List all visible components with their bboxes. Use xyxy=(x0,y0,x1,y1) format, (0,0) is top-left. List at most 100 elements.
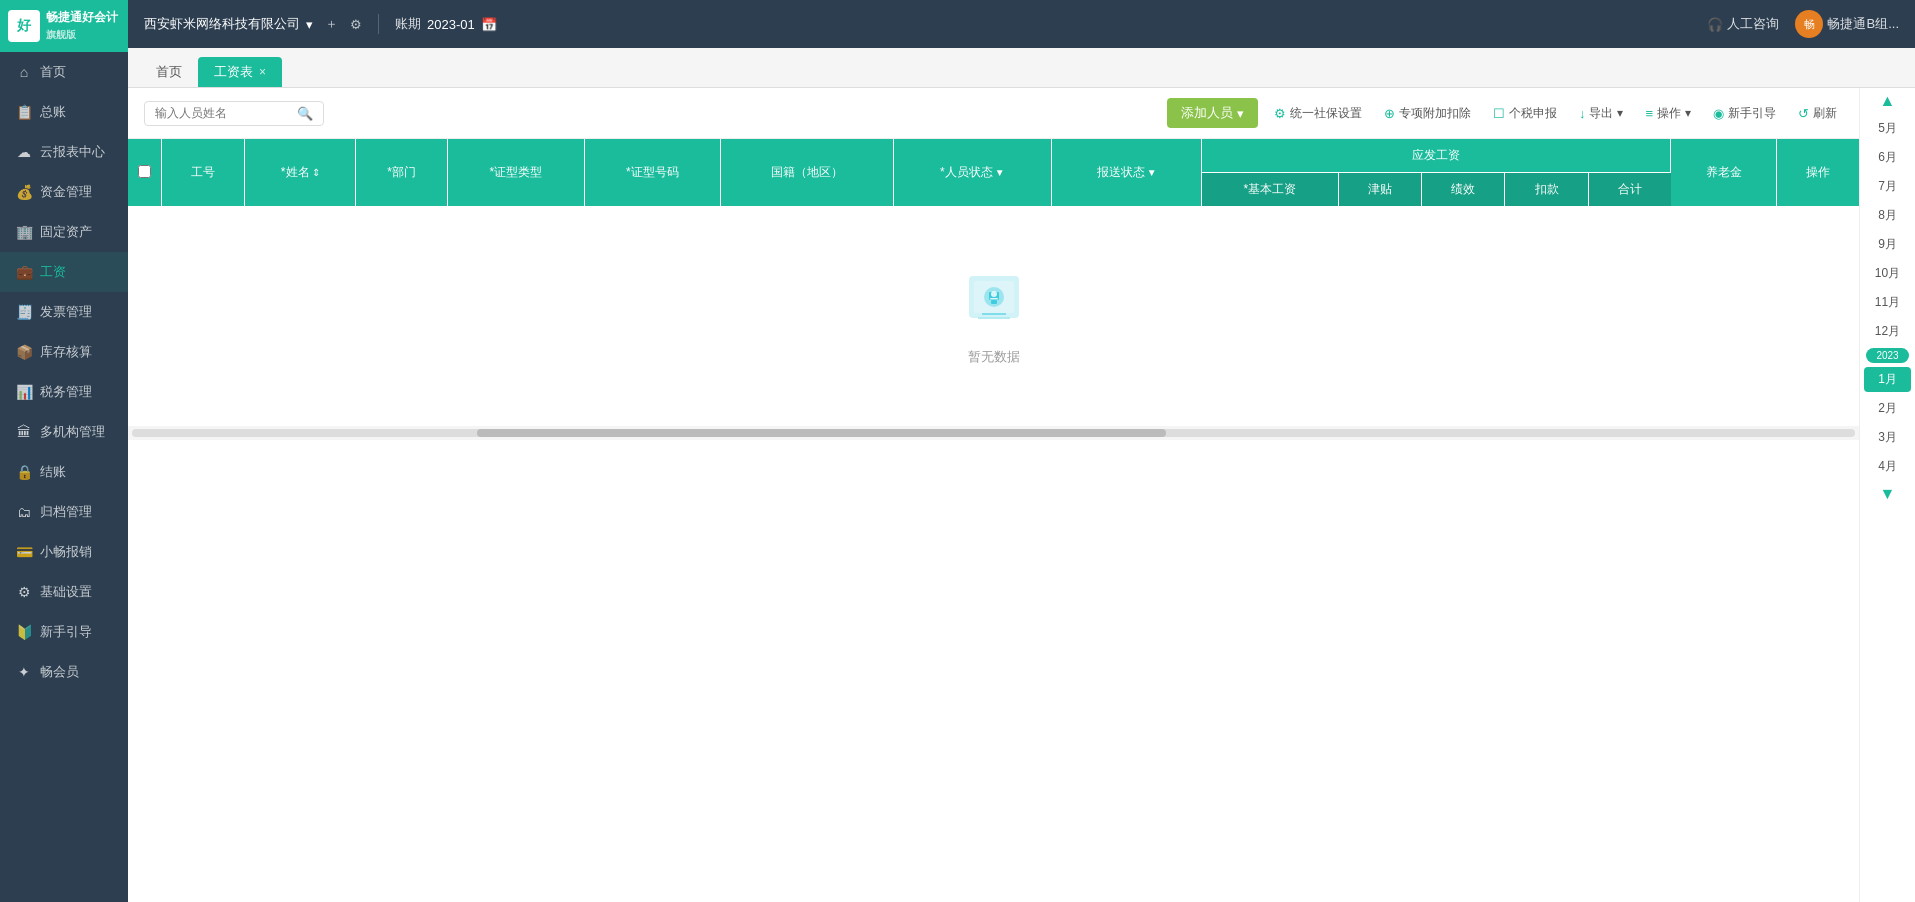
tax-report-btn[interactable]: ☐ 个税申报 xyxy=(1487,101,1563,126)
sidebar-item-multi-org-label: 多机构管理 xyxy=(40,423,105,441)
th-id-type: *证型类型 xyxy=(448,139,585,206)
month-2[interactable]: 2月 xyxy=(1860,394,1915,423)
sidebar-item-inventory[interactable]: 📦 库存核算 xyxy=(0,332,128,372)
cloud-icon: ☁ xyxy=(16,144,32,160)
month-3[interactable]: 3月 xyxy=(1860,423,1915,452)
sidebar-item-home-label: 首页 xyxy=(40,63,66,81)
calendar-icon[interactable]: 📅 xyxy=(481,17,497,32)
sidebar-item-close-period[interactable]: 🔒 结账 xyxy=(0,452,128,492)
sidebar-item-payroll-label: 工资 xyxy=(40,263,66,281)
th-name-filter: *姓名 ⇕ xyxy=(281,164,320,181)
guide-btn[interactable]: ◉ 新手引导 xyxy=(1707,101,1782,126)
month-1-active[interactable]: 1月 xyxy=(1864,367,1911,392)
month-7[interactable]: 7月 xyxy=(1860,172,1915,201)
th-dept: *部门 xyxy=(356,139,448,206)
th-checkbox[interactable] xyxy=(128,139,162,206)
horizontal-scrollbar[interactable] xyxy=(128,426,1859,440)
sidebar-item-invoice[interactable]: 🧾 发票管理 xyxy=(0,292,128,332)
sidebar-item-settings-label: 基础设置 xyxy=(40,583,92,601)
sidebar-item-funds[interactable]: 💰 资金管理 xyxy=(0,172,128,212)
invoice-icon: 🧾 xyxy=(16,304,32,320)
sidebar-logo: 好 畅捷通好会计 旗舰版 xyxy=(0,0,128,52)
tax-report-icon: ☐ xyxy=(1493,106,1505,121)
svg-point-7 xyxy=(991,291,997,297)
month-11[interactable]: 11月 xyxy=(1860,288,1915,317)
sidebar-item-guide[interactable]: 🔰 新手引导 xyxy=(0,612,128,652)
month-6[interactable]: 6月 xyxy=(1860,143,1915,172)
month-12[interactable]: 12月 xyxy=(1860,317,1915,346)
empty-state-icon xyxy=(954,266,1034,336)
guide-label: 新手引导 xyxy=(1728,105,1776,122)
operation-btn[interactable]: ≡ 操作 ▾ xyxy=(1639,101,1697,126)
user-name: 畅捷通B组... xyxy=(1827,15,1899,33)
operation-icon: ≡ xyxy=(1645,106,1653,121)
tabbar: 首页 工资表 × xyxy=(128,48,1915,88)
th-report-label: 报送状态 xyxy=(1097,164,1145,181)
tab-payroll[interactable]: 工资表 × xyxy=(198,57,282,87)
month-5[interactable]: 5月 xyxy=(1860,114,1915,143)
company-name: 西安虾米网络科技有限公司 xyxy=(144,15,300,33)
topbar-add-icon[interactable]: ＋ xyxy=(325,15,338,33)
tax-report-label: 个税申报 xyxy=(1509,105,1557,122)
table-scroll-area[interactable]: 工号 *姓名 ⇕ *部门 *证型类型 *证型号码 国籍（地区） xyxy=(128,139,1859,902)
sidebar-item-archive[interactable]: 🗂 归档管理 xyxy=(0,492,128,532)
refresh-btn[interactable]: ↺ 刷新 xyxy=(1792,101,1843,126)
topbar-divider xyxy=(378,14,379,34)
sidebar-item-payroll[interactable]: 💼 工资 xyxy=(0,252,128,292)
sidebar-item-expense-label: 小畅报销 xyxy=(40,543,92,561)
settings-icon: ⚙ xyxy=(16,584,32,600)
th-name-sort-icon[interactable]: ⇕ xyxy=(312,167,320,178)
human-service-btn[interactable]: 🎧 人工咨询 xyxy=(1707,15,1779,33)
content-area: 🔍 添加人员 ▾ ⚙ 统一社保设置 ⊕ 专项附加扣除 xyxy=(128,88,1915,902)
period-value: 2023-01 xyxy=(427,17,475,32)
th-report-filter: 报送状态 ▼ xyxy=(1097,164,1157,181)
th-report-filter-icon[interactable]: ▼ xyxy=(1147,167,1157,178)
sidebar-item-member[interactable]: ✦ 畅会员 xyxy=(0,652,128,692)
add-person-button[interactable]: 添加人员 ▾ xyxy=(1167,98,1258,128)
sidebar-item-tax[interactable]: 📊 税务管理 xyxy=(0,372,128,412)
sidebar-item-settings[interactable]: ⚙ 基础设置 xyxy=(0,572,128,612)
main-area: 西安虾米网络科技有限公司 ▾ ＋ ⚙ 账期 2023-01 📅 🎧 人工咨询 畅… xyxy=(128,0,1915,902)
refresh-label: 刷新 xyxy=(1813,105,1837,122)
sidebar-item-multi-org[interactable]: 🏛 多机构管理 xyxy=(0,412,128,452)
sidebar-item-cloud[interactable]: ☁ 云报表中心 xyxy=(0,132,128,172)
year-nav-up[interactable]: ▲ xyxy=(1860,88,1915,114)
th-status-label: *人员状态 xyxy=(940,164,993,181)
scrollbar-track xyxy=(132,429,1855,437)
funds-icon: 💰 xyxy=(16,184,32,200)
svg-rect-4 xyxy=(991,300,997,304)
sidebar-item-expense[interactable]: 💳 小畅报销 xyxy=(0,532,128,572)
month-10[interactable]: 10月 xyxy=(1860,259,1915,288)
sidebar-item-home[interactable]: ⌂ 首页 xyxy=(0,52,128,92)
month-8[interactable]: 8月 xyxy=(1860,201,1915,230)
guide-circle-icon: ◉ xyxy=(1713,106,1724,121)
scrollbar-thumb[interactable] xyxy=(477,429,1166,437)
month-4[interactable]: 4月 xyxy=(1860,452,1915,481)
refresh-icon: ↺ xyxy=(1798,106,1809,121)
tab-payroll-label: 工资表 xyxy=(214,63,253,81)
topbar-period: 账期 2023-01 📅 xyxy=(395,15,497,33)
th-status-filter-icon[interactable]: ▼ xyxy=(995,167,1005,178)
sidebar-item-ledger[interactable]: 📋 总账 xyxy=(0,92,128,132)
special-deduction-btn[interactable]: ⊕ 专项附加扣除 xyxy=(1378,101,1477,126)
year-nav-down[interactable]: ▼ xyxy=(1860,481,1915,507)
user-avatar: 畅 xyxy=(1795,10,1823,38)
search-input[interactable] xyxy=(155,106,291,120)
special-deduction-label: 专项附加扣除 xyxy=(1399,105,1471,122)
tab-close-icon[interactable]: × xyxy=(259,65,266,79)
sidebar-item-archive-label: 归档管理 xyxy=(40,503,92,521)
th-pension: 养老金 xyxy=(1671,139,1777,206)
tab-home[interactable]: 首页 xyxy=(140,57,198,87)
topbar: 西安虾米网络科技有限公司 ▾ ＋ ⚙ 账期 2023-01 📅 🎧 人工咨询 畅… xyxy=(128,0,1915,48)
export-label: 导出 xyxy=(1589,105,1613,122)
select-all-checkbox[interactable] xyxy=(138,165,151,178)
user-info[interactable]: 畅 畅捷通B组... xyxy=(1795,10,1899,38)
social-insurance-btn[interactable]: ⚙ 统一社保设置 xyxy=(1268,101,1368,126)
search-container: 🔍 xyxy=(144,101,324,126)
company-selector[interactable]: 西安虾米网络科技有限公司 ▾ xyxy=(144,15,313,33)
month-9[interactable]: 9月 xyxy=(1860,230,1915,259)
export-btn[interactable]: ↓ 导出 ▾ xyxy=(1573,101,1630,126)
close-period-icon: 🔒 xyxy=(16,464,32,480)
topbar-settings-icon[interactable]: ⚙ xyxy=(350,17,362,32)
sidebar-item-assets[interactable]: 🏢 固定资产 xyxy=(0,212,128,252)
